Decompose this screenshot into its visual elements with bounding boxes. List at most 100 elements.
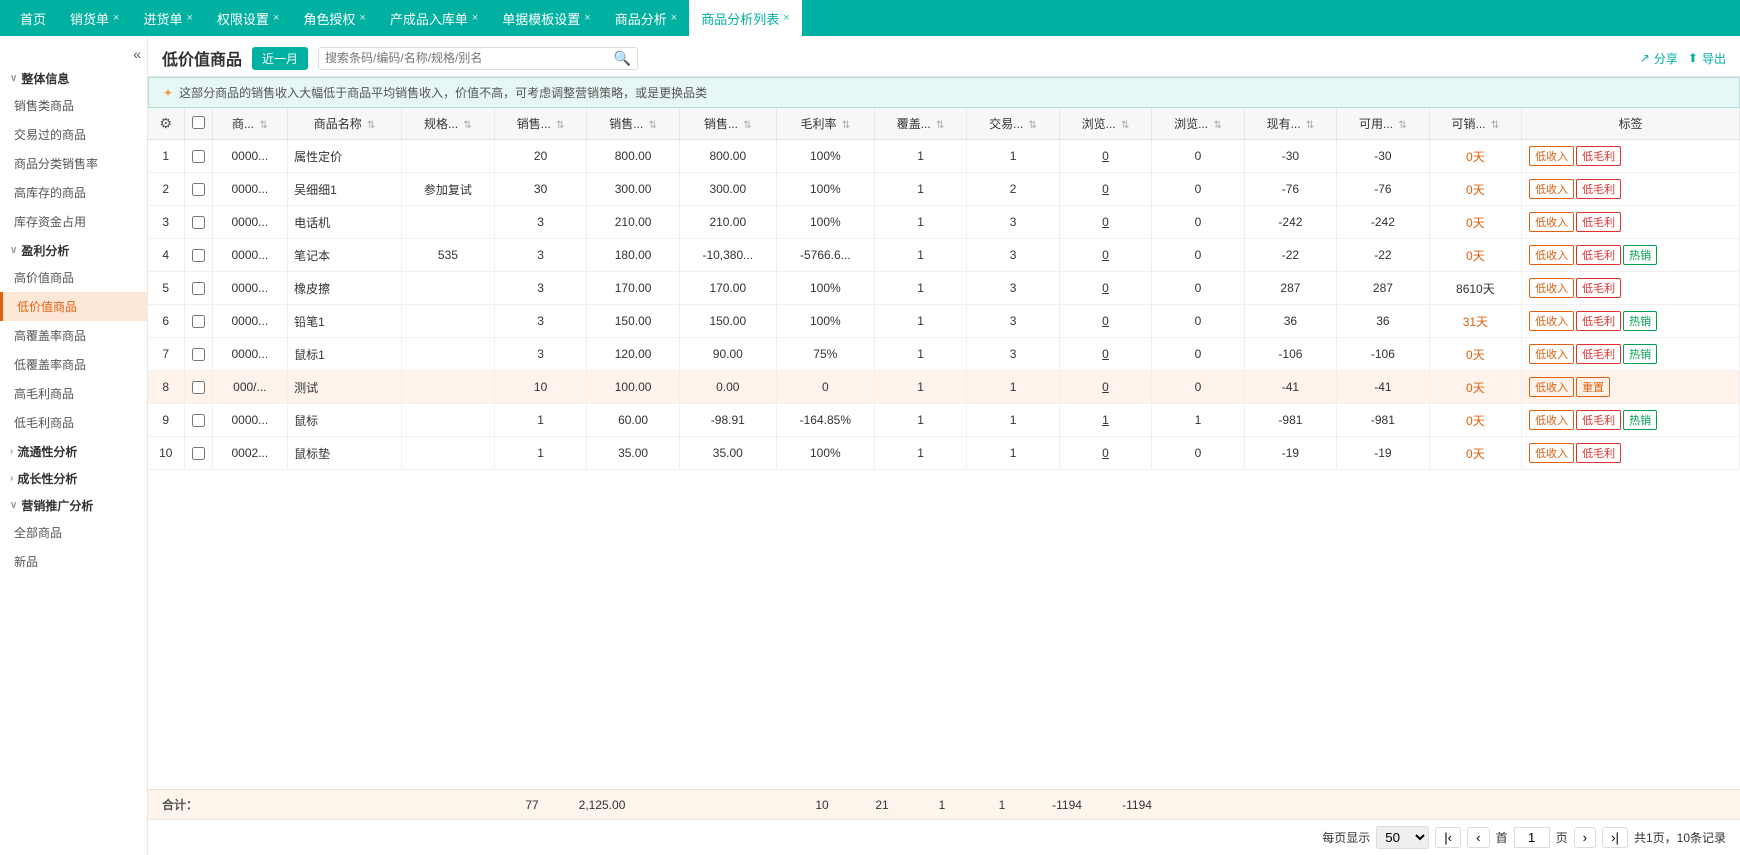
sidebar-group-flow-collapse[interactable]: › (10, 446, 13, 457)
sidebar-group-marketing-collapse[interactable]: ∨ (10, 500, 17, 511)
sidebar-item-all-goods[interactable]: 全部商品 (0, 518, 147, 547)
row-check[interactable] (184, 140, 212, 173)
sidebar-item-high-stock[interactable]: 高库存的商品 (0, 178, 147, 207)
row-gross: 100% (776, 437, 874, 470)
row-check[interactable] (184, 272, 212, 305)
nav-inbound[interactable]: 产成品入库单 × (378, 0, 490, 36)
first-page-btn[interactable]: |‹ (1435, 827, 1461, 848)
col-stock2[interactable]: 可用... ⇅ (1337, 108, 1429, 140)
col-check-all[interactable] (184, 108, 212, 140)
sidebar-collapse-btn[interactable]: « (133, 46, 141, 62)
col-code[interactable]: 商... ⇅ (212, 108, 288, 140)
col-gear[interactable]: ⚙ (148, 108, 184, 140)
row-s2: 120.00 (587, 338, 679, 371)
per-page-select[interactable]: 50 100 200 (1376, 826, 1429, 849)
col-stock1[interactable]: 现有... ⇅ (1244, 108, 1336, 140)
row-browse1[interactable]: 0 (1059, 140, 1151, 173)
sidebar-item-low-value[interactable]: 低价值商品 (0, 292, 147, 321)
table-wrapper[interactable]: ⚙ 商... ⇅ 商品名称 ⇅ 规格... ⇅ 销售... ⇅ 销售... ⇅ … (148, 108, 1740, 789)
row-checkbox[interactable] (192, 249, 205, 262)
nav-role-close[interactable]: × (359, 12, 365, 24)
col-browse2[interactable]: 浏览... ⇅ (1152, 108, 1244, 140)
select-all-checkbox[interactable] (192, 116, 205, 129)
col-browse1[interactable]: 浏览... ⇅ (1059, 108, 1151, 140)
nav-analysis-list[interactable]: 商品分析列表 × (689, 0, 801, 36)
nav-analysis-list-close[interactable]: × (783, 12, 789, 24)
next-page-btn[interactable]: › (1574, 827, 1596, 848)
last-page-btn[interactable]: ›| (1602, 827, 1628, 848)
col-s3[interactable]: 销售... ⇅ (679, 108, 776, 140)
sidebar-group-growth: › 成长性分析 (0, 464, 147, 491)
row-check[interactable] (184, 239, 212, 272)
col-s1[interactable]: 销售... ⇅ (494, 108, 586, 140)
row-browse1[interactable]: 1 (1059, 404, 1151, 437)
nav-analysis[interactable]: 商品分析 × (603, 0, 689, 36)
row-browse1[interactable]: 0 (1059, 371, 1151, 404)
sidebar-item-low-margin[interactable]: 低毛利商品 (0, 408, 147, 437)
row-check[interactable] (184, 305, 212, 338)
row-browse1[interactable]: 0 (1059, 305, 1151, 338)
row-browse1[interactable]: 0 (1059, 272, 1151, 305)
col-s2[interactable]: 销售... ⇅ (587, 108, 679, 140)
row-check[interactable] (184, 404, 212, 437)
row-checkbox[interactable] (192, 348, 205, 361)
col-trade[interactable]: 交易... ⇅ (967, 108, 1059, 140)
row-days: 0天 (1429, 206, 1521, 239)
page-input[interactable] (1514, 827, 1550, 848)
col-spec[interactable]: 规格... ⇅ (401, 108, 494, 140)
col-gross[interactable]: 毛利率 ⇅ (776, 108, 874, 140)
col-name[interactable]: 商品名称 ⇅ (288, 108, 402, 140)
sidebar-item-stock-capital[interactable]: 库存资金占用 (0, 207, 147, 236)
row-checkbox[interactable] (192, 381, 205, 394)
row-check[interactable] (184, 338, 212, 371)
nav-permission[interactable]: 权限设置 × (205, 0, 291, 36)
row-checkbox[interactable] (192, 282, 205, 295)
nav-role[interactable]: 角色授权 × (291, 0, 377, 36)
row-browse1[interactable]: 0 (1059, 239, 1151, 272)
nav-inbound-close[interactable]: × (472, 12, 478, 24)
sidebar-item-category-rate[interactable]: 商品分类销售率 (0, 149, 147, 178)
row-check[interactable] (184, 437, 212, 470)
row-check[interactable] (184, 371, 212, 404)
nav-purchase[interactable]: 进货单 × (131, 0, 204, 36)
filter-recent-month[interactable]: 近一月 (252, 47, 308, 70)
row-checkbox[interactable] (192, 315, 205, 328)
nav-home[interactable]: 首页 (8, 0, 58, 36)
sidebar-item-high-margin[interactable]: 高毛利商品 (0, 379, 147, 408)
row-check[interactable] (184, 173, 212, 206)
nav-template[interactable]: 单据模板设置 × (490, 0, 602, 36)
row-checkbox[interactable] (192, 414, 205, 427)
sidebar-item-high-value[interactable]: 高价值商品 (0, 263, 147, 292)
settings-gear-btn[interactable]: ⚙ (159, 115, 172, 132)
search-icon[interactable]: 🔍 (614, 50, 631, 67)
sidebar-item-high-coverage[interactable]: 高覆盖率商品 (0, 321, 147, 350)
row-check[interactable] (184, 206, 212, 239)
row-checkbox[interactable] (192, 447, 205, 460)
sidebar-item-traded-goods[interactable]: 交易过的商品 (0, 120, 147, 149)
sidebar-item-sales-goods[interactable]: 销售类商品 (0, 91, 147, 120)
row-checkbox[interactable] (192, 183, 205, 196)
row-browse1[interactable]: 0 (1059, 173, 1151, 206)
export-action[interactable]: ⬆ 导出 (1688, 50, 1726, 67)
nav-sales[interactable]: 销货单 × (58, 0, 131, 36)
sidebar-item-low-coverage[interactable]: 低覆盖率商品 (0, 350, 147, 379)
sidebar-item-new-goods[interactable]: 新品 (0, 547, 147, 576)
sidebar-group-growth-collapse[interactable]: › (10, 473, 13, 484)
sidebar-group-overall-collapse[interactable]: ∨ (10, 73, 17, 84)
sidebar-group-profit-collapse[interactable]: ∨ (10, 245, 17, 256)
nav-permission-close[interactable]: × (273, 12, 279, 24)
nav-purchase-close[interactable]: × (186, 12, 192, 24)
row-checkbox[interactable] (192, 150, 205, 163)
nav-analysis-close[interactable]: × (671, 12, 677, 24)
row-browse1[interactable]: 0 (1059, 338, 1151, 371)
share-action[interactable]: ↗ 分享 (1640, 50, 1678, 67)
nav-template-close[interactable]: × (584, 12, 590, 24)
search-input[interactable] (325, 51, 610, 65)
col-stock3[interactable]: 可销... ⇅ (1429, 108, 1521, 140)
row-browse1[interactable]: 0 (1059, 437, 1151, 470)
nav-sales-close[interactable]: × (113, 12, 119, 24)
prev-page-btn[interactable]: ‹ (1467, 827, 1489, 848)
row-browse1[interactable]: 0 (1059, 206, 1151, 239)
col-cov[interactable]: 覆盖... ⇅ (874, 108, 966, 140)
row-checkbox[interactable] (192, 216, 205, 229)
